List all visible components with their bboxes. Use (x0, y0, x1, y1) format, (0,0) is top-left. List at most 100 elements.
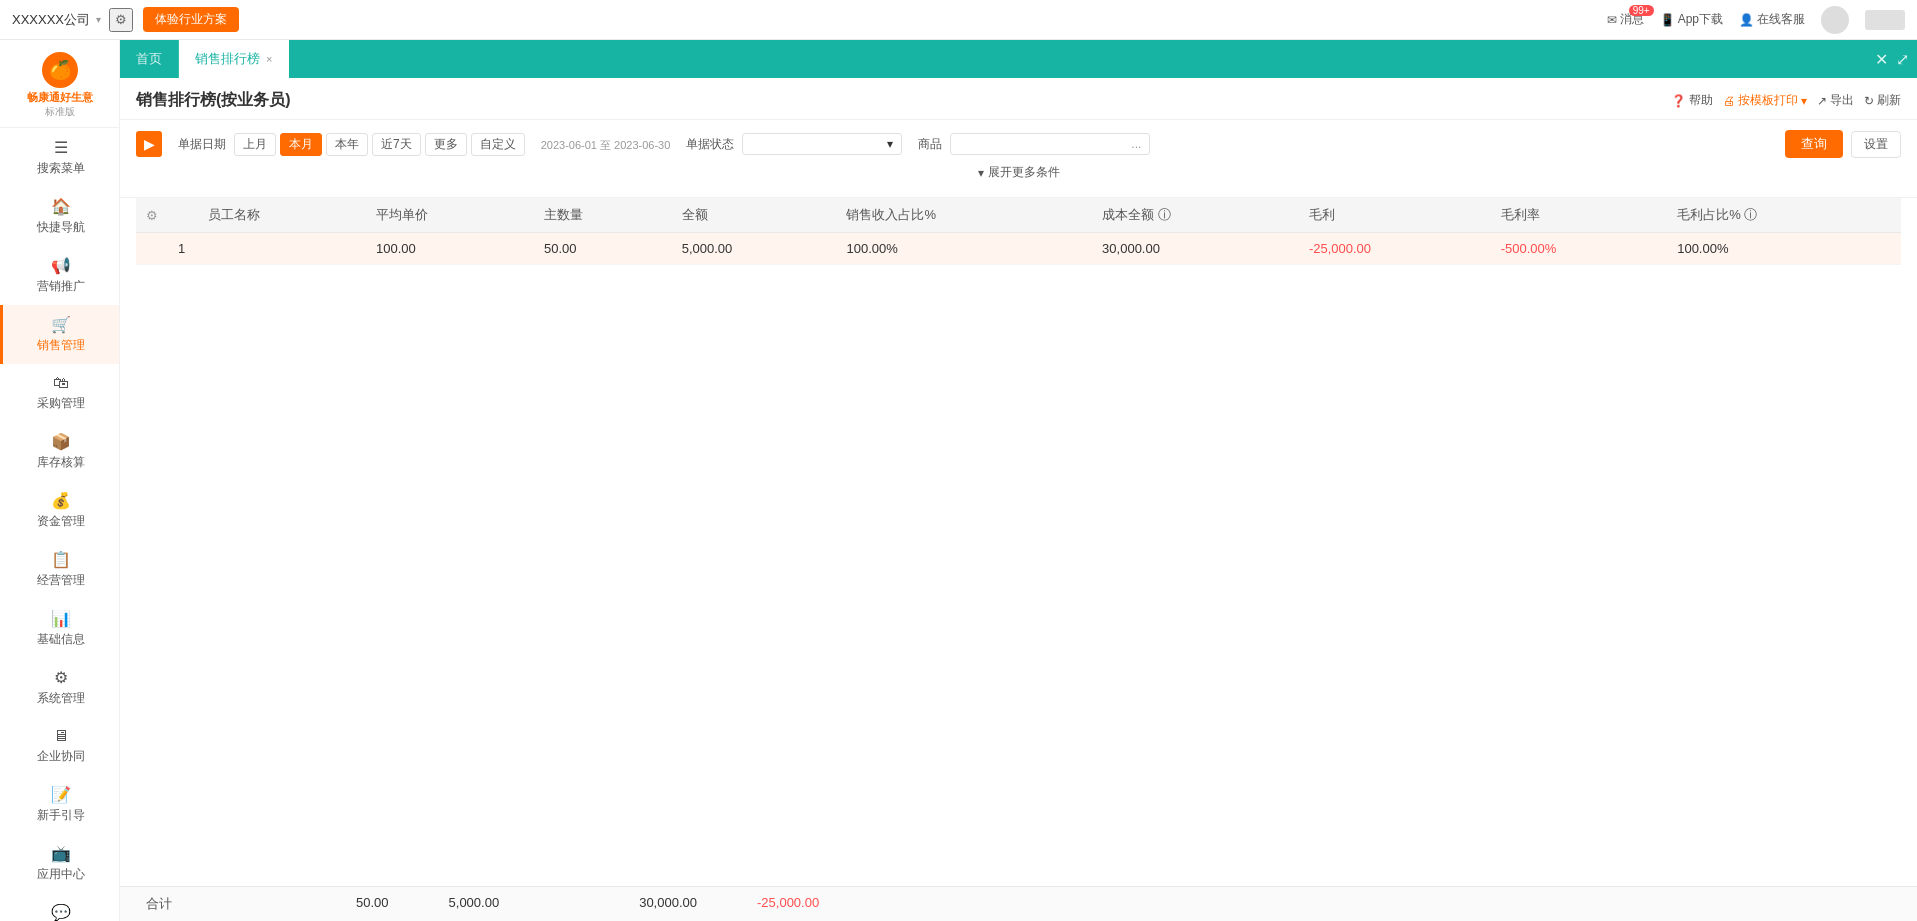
company-selector[interactable]: XXXXXX公司 ▾ (12, 11, 101, 29)
help-button[interactable]: ❓ 帮助 (1671, 92, 1713, 109)
footer-cost: 30,000.00 (629, 895, 707, 913)
sidebar-label-search: 搜索菜单 (37, 160, 85, 177)
sidebar-label-inventory: 库存核算 (37, 454, 85, 471)
table-area: ⚙ 员工名称 平均单价 主数量 全额 销售收入占比% 成本全额 ⓘ 毛利 毛利率… (120, 198, 1917, 886)
this-month-btn[interactable]: 本月 (280, 133, 322, 156)
col-gross-pct: 毛利占比% ⓘ (1667, 198, 1901, 233)
more-btn[interactable]: 更多 (425, 133, 467, 156)
expand-icon: ▾ (978, 166, 984, 180)
logo-title: 畅康通好生意 (27, 90, 93, 105)
app-download-button[interactable]: 📱 App下载 (1660, 11, 1723, 28)
prev-month-btn[interactable]: 上月 (234, 133, 276, 156)
gear-button[interactable]: ⚙ (109, 8, 133, 32)
print-chevron-icon: ▾ (1801, 94, 1807, 108)
service-label: 在线客服 (1757, 11, 1805, 28)
print-button[interactable]: 🖨 按模板打印 ▾ (1723, 92, 1807, 109)
sidebar-item-inventory[interactable]: 📦 库存核算 (0, 422, 119, 481)
settings-button[interactable]: 设置 (1851, 131, 1901, 158)
status-select[interactable]: ▾ (742, 133, 902, 155)
tab-sales-label: 销售排行榜 (195, 50, 260, 68)
date-range-text: 2023-06-01 至 2023-06-30 (541, 138, 671, 153)
chevron-down-icon: ▾ (96, 14, 101, 25)
gear-icon: ⚙ (115, 12, 127, 27)
quick-filter-toggle[interactable]: ▶ (136, 131, 162, 157)
action-buttons: 查询 设置 (1785, 130, 1901, 158)
export-icon: ↗ (1817, 94, 1827, 108)
row-name (198, 233, 366, 265)
col-settings[interactable]: ⚙ (136, 198, 168, 233)
page-header: 销售排行榜(按业务员) ❓ 帮助 🖨 按模板打印 ▾ ↗ 导出 (120, 78, 1917, 120)
sidebar-item-enterprise[interactable]: 🖥 企业协同 (0, 717, 119, 775)
sidebar-item-basics[interactable]: 📊 基础信息 (0, 599, 119, 658)
filter-area: ▶ 单据日期 上月 本月 本年 近7天 更多 自定义 2023 (120, 120, 1917, 198)
trial-button[interactable]: 体验行业方案 (143, 7, 239, 32)
sidebar-item-guide[interactable]: 📝 新手引导 (0, 775, 119, 834)
operations-icon: 📋 (51, 550, 71, 569)
export-button[interactable]: ↗ 导出 (1817, 92, 1854, 109)
marketing-icon: 📢 (51, 256, 71, 275)
page-title: 销售排行榜(按业务员) (136, 90, 291, 111)
system-icon: ⚙ (54, 668, 68, 687)
tab-sales-ranking[interactable]: 销售排行榜 × (179, 40, 289, 78)
date-filter-buttons: 上月 本月 本年 近7天 更多 自定义 (234, 133, 525, 156)
tab-close-icon[interactable]: × (266, 53, 272, 65)
sidebar-item-operations[interactable]: 📋 经营管理 (0, 540, 119, 599)
tab-bar-actions: ✕ ⤢ (1875, 50, 1917, 69)
finance-icon: 💰 (51, 491, 71, 510)
goods-more-icon: ... (1131, 137, 1141, 151)
date-filter-item: 单据日期 上月 本月 本年 近7天 更多 自定义 (178, 133, 525, 156)
sidebar-item-purchase[interactable]: 🛍 采购管理 (0, 364, 119, 422)
sidebar-item-search[interactable]: ☰ 搜索菜单 (0, 128, 119, 187)
table-header-row: ⚙ 员工名称 平均单价 主数量 全额 销售收入占比% 成本全额 ⓘ 毛利 毛利率… (136, 198, 1901, 233)
refresh-button[interactable]: ↻ 刷新 (1864, 92, 1901, 109)
footer-quantity: 50.00 (346, 895, 399, 913)
sidebar-item-wechat[interactable]: 💬 企业微信 (0, 893, 119, 921)
expand-label: 展开更多条件 (988, 164, 1060, 181)
goods-input[interactable]: ... (950, 133, 1150, 155)
query-button[interactable]: 查询 (1785, 130, 1843, 158)
logo-sub: 标准版 (45, 105, 75, 119)
tab-home[interactable]: 首页 (120, 40, 179, 78)
sidebar-item-system[interactable]: ⚙ 系统管理 (0, 658, 119, 717)
custom-btn[interactable]: 自定义 (471, 133, 525, 156)
col-amount: 全额 (672, 198, 837, 233)
company-name: XXXXXX公司 (12, 11, 90, 29)
sidebar-item-apps[interactable]: 📺 应用中心 (0, 834, 119, 893)
this-year-btn[interactable]: 本年 (326, 133, 368, 156)
row-amount: 5,000.00 (672, 233, 837, 265)
recent7-btn[interactable]: 近7天 (372, 133, 421, 156)
date-range-display: 2023-06-01 至 2023-06-30 (541, 136, 671, 153)
sidebar-item-sales[interactable]: 🛒 销售管理 (0, 305, 119, 364)
sidebar: 🍊 畅康通好生意 标准版 ☰ 搜索菜单 🏠 快捷导航 📢 营销推广 🛒 销售管理… (0, 40, 120, 921)
col-avg-price: 平均单价 (366, 198, 534, 233)
avatar[interactable] (1821, 6, 1849, 34)
page-actions: ❓ 帮助 🖨 按模板打印 ▾ ↗ 导出 ↻ 刷新 (1671, 92, 1901, 109)
app-icon: 📱 (1660, 13, 1675, 27)
sidebar-label-basics: 基础信息 (37, 631, 85, 648)
sidebar-item-finance[interactable]: 💰 资金管理 (0, 481, 119, 540)
goods-filter-label: 商品 (918, 136, 942, 153)
content-area: 首页 销售排行榜 × ✕ ⤢ 销售排行榜(按业务员) ❓ 帮助 (120, 40, 1917, 921)
footer-amount: 5,000.00 (439, 895, 510, 913)
sidebar-label-nav: 快捷导航 (37, 219, 85, 236)
expand-conditions-button[interactable]: ▾ 展开更多条件 (136, 158, 1901, 187)
message-button[interactable]: ✉ 消息 99+ (1607, 11, 1644, 28)
sidebar-label-purchase: 采购管理 (37, 395, 85, 412)
enterprise-icon: 🖥 (53, 727, 69, 745)
data-table: ⚙ 员工名称 平均单价 主数量 全额 销售收入占比% 成本全额 ⓘ 毛利 毛利率… (136, 198, 1901, 265)
online-service-button[interactable]: 👤 在线客服 (1739, 11, 1805, 28)
tab-bar: 首页 销售排行榜 × ✕ ⤢ (120, 40, 1917, 78)
filter-row: ▶ 单据日期 上月 本月 本年 近7天 更多 自定义 2023 (136, 130, 1901, 158)
goods-filter-item: 商品 ... (918, 133, 1150, 155)
row-avg-price: 100.00 (366, 233, 534, 265)
help-icon: ❓ (1671, 94, 1686, 108)
sidebar-label-enterprise: 企业协同 (37, 748, 85, 765)
sidebar-item-nav[interactable]: 🏠 快捷导航 (0, 187, 119, 246)
date-filter-label: 单据日期 (178, 136, 226, 153)
tab-close-window-icon[interactable]: ✕ (1875, 50, 1888, 69)
tab-expand-icon[interactable]: ⤢ (1896, 50, 1909, 69)
sidebar-label-guide: 新手引导 (37, 807, 85, 824)
main-layout: 🍊 畅康通好生意 标准版 ☰ 搜索菜单 🏠 快捷导航 📢 营销推广 🛒 销售管理… (0, 40, 1917, 921)
page-content: 销售排行榜(按业务员) ❓ 帮助 🖨 按模板打印 ▾ ↗ 导出 (120, 78, 1917, 921)
sidebar-item-marketing[interactable]: 📢 营销推广 (0, 246, 119, 305)
